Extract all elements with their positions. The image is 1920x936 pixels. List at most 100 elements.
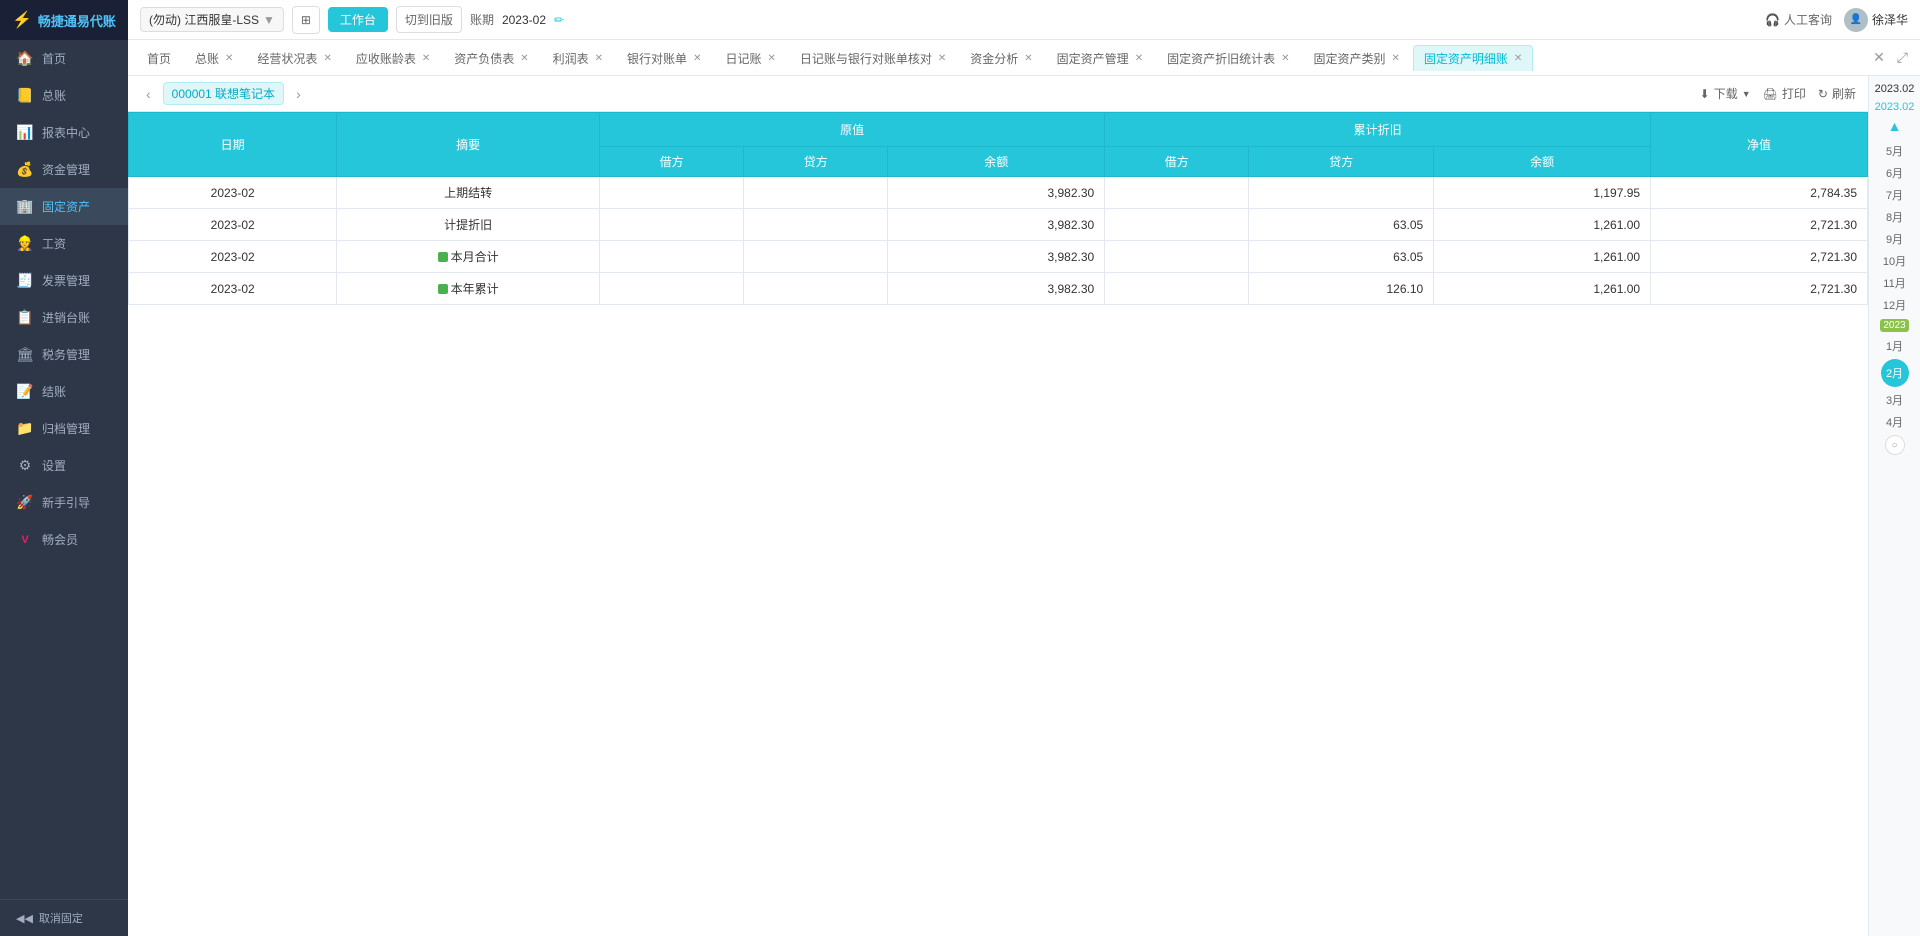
tab-journal-close[interactable]: ✕	[767, 53, 775, 64]
sidebar-logo: ⚡ 畅捷通易代账	[0, 0, 128, 40]
tabbar: 首页 总账 ✕ 经营状况表 ✕ 应收账龄表 ✕ 资产负债表 ✕ 利润表 ✕ 银行…	[128, 40, 1920, 76]
sidebar-item-home[interactable]: 🏠 首页	[0, 40, 128, 77]
timeline-month-6[interactable]: 6月	[1869, 162, 1920, 184]
sidebar-item-tax[interactable]: 🏛 税务管理	[0, 336, 128, 373]
timeline-month-11[interactable]: 11月	[1869, 272, 1920, 294]
tab-fixed-category[interactable]: 固定资产类别 ✕	[1302, 45, 1410, 71]
company-selector[interactable]: (勿动) 江西服皇-LSS ▼	[140, 7, 284, 32]
settlement-icon: 📝	[16, 383, 34, 400]
green-tag-icon	[438, 284, 448, 294]
guide-icon: 🚀	[16, 494, 34, 511]
close-all-icon[interactable]: ✕	[1869, 47, 1889, 68]
sidebar-item-reports[interactable]: 📊 报表中心	[0, 114, 128, 151]
sidebar-item-funds[interactable]: 💰 资金管理	[0, 151, 128, 188]
table-row: 2023-02 本月合计 3,982.30 63.05 1,261.00 2,7…	[129, 241, 1868, 273]
timeline-month-9[interactable]: 9月	[1869, 228, 1920, 250]
tab-balance[interactable]: 资产负债表 ✕	[443, 45, 539, 71]
sidebar-item-invoice[interactable]: 🧾 发票管理	[0, 262, 128, 299]
support-button[interactable]: 🎧 人工客询	[1765, 11, 1832, 28]
archive-icon: 📁	[16, 420, 34, 437]
tab-fixed-detail[interactable]: 固定资产明细账 ✕	[1413, 45, 1533, 71]
timeline-more-button[interactable]: ○	[1885, 435, 1905, 455]
period-value: 2023-02	[502, 13, 546, 27]
col-accum-debit: 借方	[1105, 147, 1249, 177]
tab-reconcile[interactable]: 日记账与银行对账单核对 ✕	[789, 45, 957, 71]
table-row: 2023-02 上期结转 3,982.30 1,197.95 2,784.35	[129, 177, 1868, 209]
asset-nav-actions: ⬇ 下载 ▼ 🖨 打印 ↻ 刷新	[1700, 85, 1856, 102]
tab-fixed-detail-close[interactable]: ✕	[1514, 53, 1522, 64]
col-orig-debit: 借方	[600, 147, 744, 177]
content-area: ‹ 000001 联想笔记本 › ⬇ 下载 ▼ 🖨 打印 ↻ 刷新	[128, 76, 1920, 936]
tab-balance-close[interactable]: ✕	[520, 53, 528, 64]
timeline-month-10[interactable]: 10月	[1869, 250, 1920, 272]
timeline-month-4[interactable]: 4月	[1869, 411, 1920, 433]
timeline-panel: 2023.02 2023.02 ▲ 5月 6月 7月 8月 9月 10月 11月…	[1868, 76, 1920, 936]
tab-bank[interactable]: 银行对账单 ✕	[616, 45, 712, 71]
sidebar-item-membership[interactable]: V 畅会员	[0, 521, 128, 558]
nav-next-icon[interactable]: ›	[290, 84, 307, 104]
timeline-month-12[interactable]: 12月	[1869, 294, 1920, 316]
timeline-month-3[interactable]: 3月	[1869, 389, 1920, 411]
cell-net-value: 2,784.35	[1651, 177, 1868, 209]
sidebar-item-fixed-assets[interactable]: 🏢 固定资产	[0, 188, 128, 225]
print-button[interactable]: 🖨 打印	[1763, 85, 1806, 102]
col-original-value: 原值	[600, 113, 1105, 147]
chevron-down-icon: ▼	[263, 13, 275, 27]
old-version-button[interactable]: 切到旧版	[396, 6, 462, 33]
tab-fixed-mgmt-close[interactable]: ✕	[1135, 53, 1143, 64]
tab-fund[interactable]: 资金分析 ✕	[959, 45, 1043, 71]
tab-receivable-close[interactable]: ✕	[422, 53, 430, 64]
cell-orig-debit	[600, 209, 744, 241]
copy-icon-button[interactable]: ⊞	[292, 6, 320, 34]
refresh-button[interactable]: ↻ 刷新	[1818, 85, 1856, 102]
sidebar-nav: 🏠 首页 📒 总账 📊 报表中心 💰 资金管理 🏢 固定资产 👷 工资 🧾 发票…	[0, 40, 128, 899]
timeline-month-7[interactable]: 7月	[1869, 184, 1920, 206]
maximize-icon[interactable]: ⤢	[1893, 47, 1912, 68]
cell-date: 2023-02	[129, 273, 337, 305]
fixed-asset-detail-table: 日期 摘要 原值 累计折旧 净值 借方 贷方 余额 借方 贷方 余额	[128, 112, 1868, 305]
cell-accum-balance: 1,261.00	[1434, 241, 1651, 273]
workbench-button[interactable]: 工作台	[328, 7, 388, 32]
cell-orig-balance: 3,982.30	[888, 209, 1105, 241]
sidebar-item-archive[interactable]: 📁 归档管理	[0, 410, 128, 447]
sidebar-item-sales[interactable]: 📋 进销台账	[0, 299, 128, 336]
tab-profit-close[interactable]: ✕	[595, 53, 603, 64]
sidebar-item-settings[interactable]: ⚙ 设置	[0, 447, 128, 484]
sidebar-item-guide[interactable]: 🚀 新手引导	[0, 484, 128, 521]
asset-tag[interactable]: 000001 联想笔记本	[163, 82, 284, 105]
tab-fixed-stat-label: 固定资产折旧统计表	[1167, 50, 1275, 67]
main-content: (勿动) 江西服皇-LSS ▼ ⊞ 工作台 切到旧版 账期 2023-02 ✏ …	[128, 0, 1920, 936]
sidebar-footer-unpin[interactable]: ◀◀ 取消固定	[0, 899, 128, 936]
timeline-month-1[interactable]: 1月	[1869, 335, 1920, 357]
tab-ledger-close[interactable]: ✕	[225, 53, 233, 64]
tab-receivable[interactable]: 应收账龄表 ✕	[345, 45, 441, 71]
user-menu[interactable]: 👤 徐泽华	[1844, 8, 1908, 32]
tab-operation[interactable]: 经营状况表 ✕	[246, 45, 342, 71]
tab-profit[interactable]: 利润表 ✕	[542, 45, 614, 71]
sidebar-item-settlement[interactable]: 📝 结账	[0, 373, 128, 410]
tab-ledger[interactable]: 总账 ✕	[184, 45, 244, 71]
tab-fixed-category-close[interactable]: ✕	[1392, 53, 1400, 64]
sidebar-item-ledger[interactable]: 📒 总账	[0, 77, 128, 114]
avatar-icon: 👤	[1850, 14, 1862, 25]
tab-fund-close[interactable]: ✕	[1024, 53, 1032, 64]
timeline-month-5[interactable]: 5月	[1869, 140, 1920, 162]
download-button[interactable]: ⬇ 下载 ▼	[1700, 85, 1751, 102]
timeline-month-2-active[interactable]: 2月	[1881, 359, 1909, 387]
tab-fixed-stat[interactable]: 固定资产折旧统计表 ✕	[1156, 45, 1300, 71]
unpin-label: 取消固定	[39, 910, 83, 926]
tab-journal[interactable]: 日记账 ✕	[714, 45, 786, 71]
sidebar-item-payroll[interactable]: 👷 工资	[0, 225, 128, 262]
edit-period-icon[interactable]: ✏	[554, 13, 564, 27]
tab-fixed-stat-close[interactable]: ✕	[1281, 53, 1289, 64]
tab-home[interactable]: 首页	[136, 45, 182, 71]
ledger-icon: 📒	[16, 87, 34, 104]
tab-bank-close[interactable]: ✕	[693, 53, 701, 64]
timeline-month-8[interactable]: 8月	[1869, 206, 1920, 228]
tab-reconcile-close[interactable]: ✕	[938, 53, 946, 64]
cell-accum-credit: 63.05	[1249, 241, 1434, 273]
timeline-scroll-up[interactable]: ▲	[1886, 116, 1904, 136]
nav-prev-icon[interactable]: ‹	[140, 84, 157, 104]
tab-fixed-mgmt[interactable]: 固定资产管理 ✕	[1046, 45, 1154, 71]
tab-operation-close[interactable]: ✕	[323, 53, 331, 64]
